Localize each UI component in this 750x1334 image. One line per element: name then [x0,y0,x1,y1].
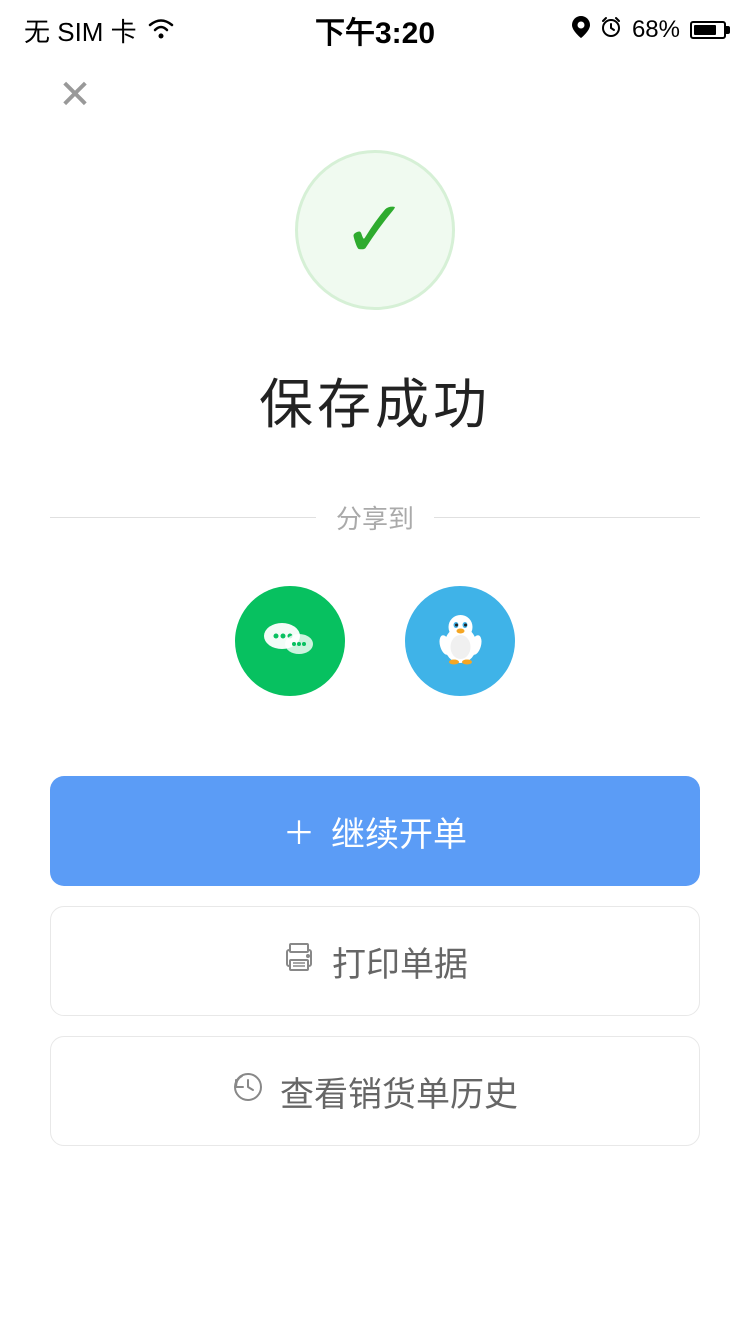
status-left: 无 SIM 卡 [24,12,175,49]
print-icon [282,942,316,980]
share-qq-button[interactable] [405,586,515,696]
share-icons [235,586,515,696]
history-label: 查看销货单历史 [280,1067,518,1116]
share-wechat-button[interactable] [235,586,345,696]
print-label: 打印单据 [332,937,468,986]
status-time: 下午3:20 [315,8,435,52]
status-right: 68% [572,16,726,45]
history-button[interactable]: 查看销货单历史 [50,1036,700,1146]
battery-icon [690,21,726,39]
history-icon [232,1071,264,1111]
carrier-text: 无 SIM 卡 [24,12,137,49]
qq-icon [428,609,493,674]
success-indicator: ✓ [295,150,455,310]
success-title: 保存成功 [259,360,491,439]
close-icon: ✕ [58,75,92,115]
divider-line-left [50,517,316,518]
alarm-icon [600,16,622,45]
share-divider: 分享到 [50,499,700,536]
status-bar: 无 SIM 卡 下午3:20 68% [0,0,750,60]
print-button[interactable]: 打印单据 [50,906,700,1016]
continue-label: 继续开单 [331,807,467,856]
plus-icon: ＋ [283,808,315,854]
wechat-icon [258,609,323,674]
close-button[interactable]: ✕ [50,70,100,120]
battery-text: 68% [632,16,680,44]
main-content: ✓ 保存成功 分享到 [0,60,750,1334]
continue-button[interactable]: ＋ 继续开单 [50,776,700,886]
divider-line-right [434,517,700,518]
action-buttons: ＋ 继续开单 打印单据 [50,776,700,1146]
share-label: 分享到 [336,499,414,536]
checkmark-icon: ✓ [341,190,408,270]
wifi-icon [147,15,175,46]
location-icon [572,16,590,45]
